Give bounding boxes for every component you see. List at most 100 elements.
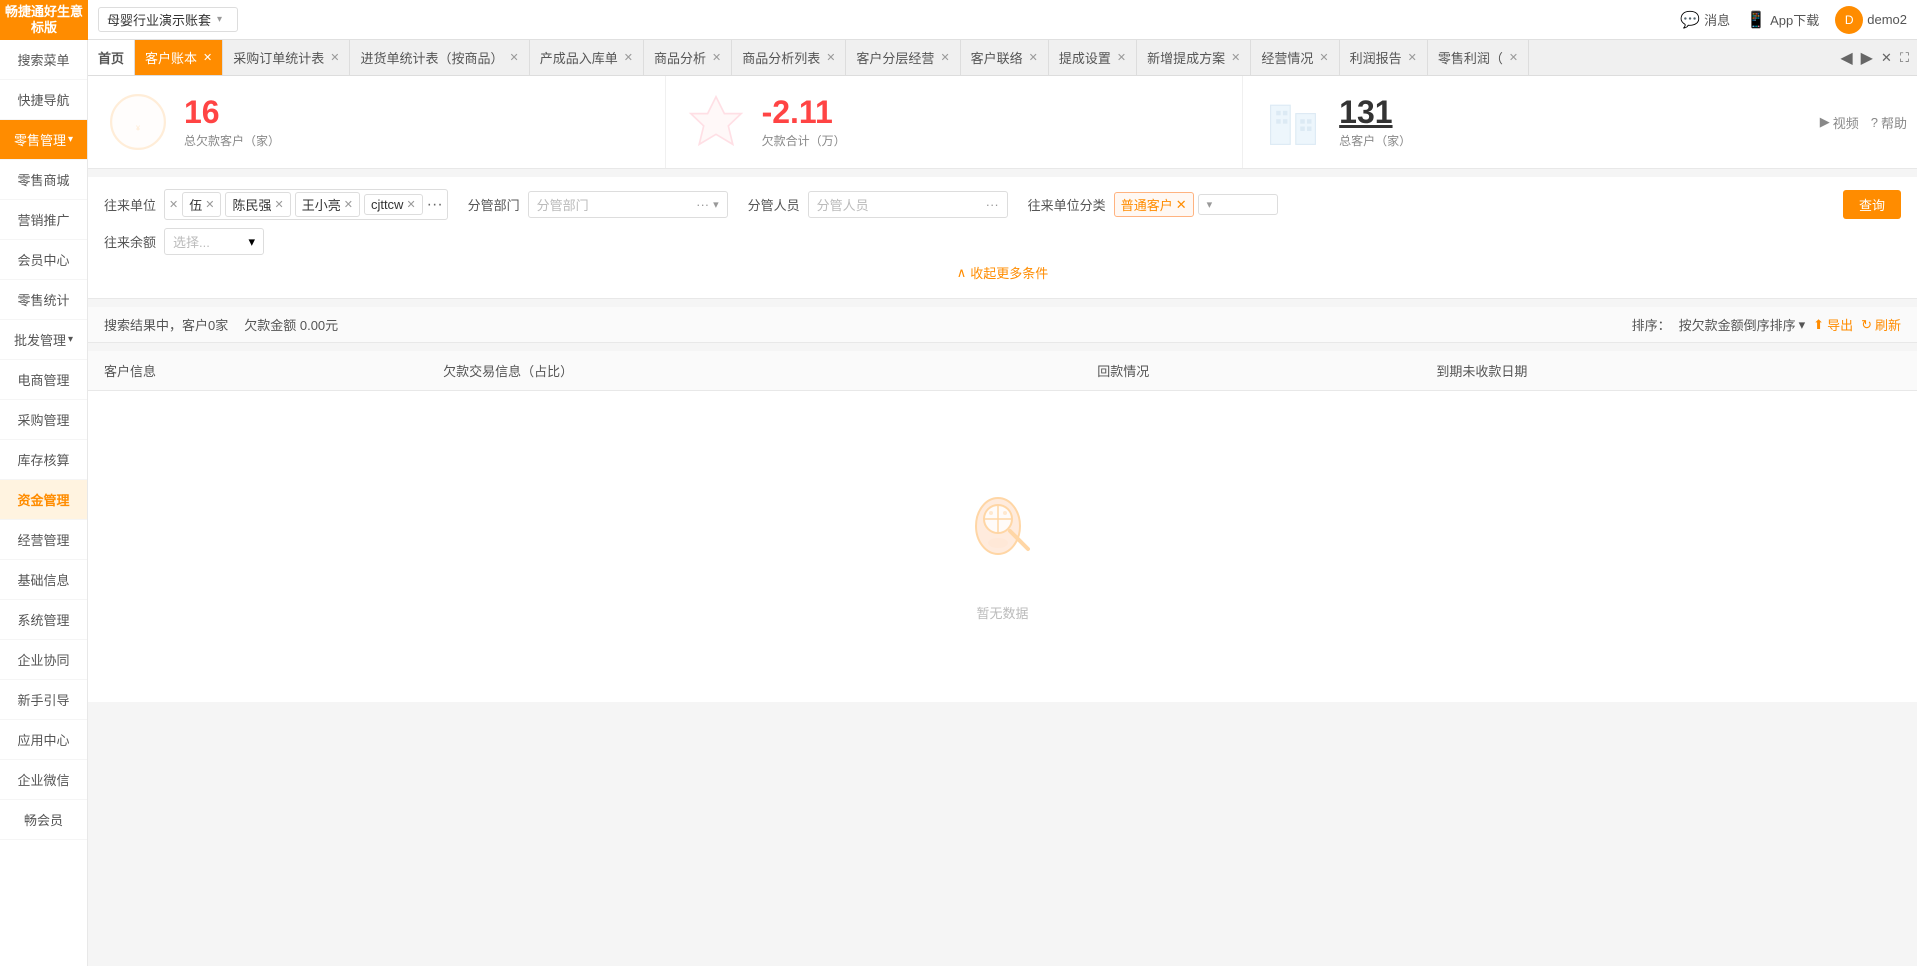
close-icon[interactable]: ✕ xyxy=(330,51,339,64)
close-icon[interactable]: ✕ xyxy=(1231,51,1240,64)
sidebar-item-wholesale[interactable]: 批发管理 ▾ xyxy=(0,320,87,360)
tab-nav-prev[interactable]: ◀ xyxy=(1838,46,1854,70)
close-icon[interactable]: ✕ xyxy=(826,51,835,64)
close-icon[interactable]: ✕ xyxy=(1029,51,1038,64)
tab-customer-segment[interactable]: 客户分层经营 ✕ xyxy=(846,40,960,76)
col-overdue-info: 欠款交易信息（占比） xyxy=(427,351,1081,391)
refresh-button[interactable]: ↻ 刷新 xyxy=(1861,315,1901,334)
tab-inbound-stat[interactable]: 进货单统计表（按商品） ✕ xyxy=(350,40,529,76)
diamond-star-icon xyxy=(686,92,746,152)
col-repayment: 回款情况 xyxy=(1081,351,1420,391)
sidebar-item-vip[interactable]: 畅会员 xyxy=(0,800,87,840)
remove-unit-cjttcw[interactable]: ✕ xyxy=(406,198,415,211)
data-table: 客户信息 欠款交易信息（占比） 回款情况 到期未收款日期 xyxy=(88,351,1917,391)
sidebar-item-quick[interactable]: 快捷导航 xyxy=(0,80,87,120)
sidebar-item-retail-mall[interactable]: 零售商城 xyxy=(0,160,87,200)
content-area: 首页 客户账本 ✕ 采购订单统计表 ✕ 进货单统计表（按商品） ✕ 产成品入库单… xyxy=(88,40,1917,966)
category-label: 往来单位分类 xyxy=(1028,195,1106,214)
remove-all-unit-icon[interactable]: ✕ xyxy=(169,198,178,211)
sidebar-item-system[interactable]: 系统管理 xyxy=(0,600,87,640)
sidebar-item-operation[interactable]: 经营管理 xyxy=(0,520,87,560)
tab-accounts[interactable]: 客户账本 ✕ xyxy=(135,40,223,76)
message-icon: 💬 xyxy=(1680,10,1700,30)
person-select[interactable]: 分管人员 ··· xyxy=(808,191,1008,218)
tab-goods-analysis[interactable]: 商品分析 ✕ xyxy=(644,40,732,76)
remove-unit-chen[interactable]: ✕ xyxy=(274,198,283,211)
help-link[interactable]: ? 帮助 xyxy=(1871,113,1907,132)
sidebar-item-enterprise[interactable]: 企业协同 xyxy=(0,640,87,680)
sidebar-item-member[interactable]: 会员中心 xyxy=(0,240,87,280)
tab-purchase-order[interactable]: 采购订单统计表 ✕ xyxy=(223,40,350,76)
close-icon[interactable]: ✕ xyxy=(1408,51,1417,64)
overdue-amount-label: 欠款合计（万） xyxy=(762,132,846,149)
user-profile[interactable]: D demo2 xyxy=(1835,6,1907,34)
top-bar: 畅捷通好生意 标版 母婴行业演示账套 ▾ 💬 消息 📱 App下载 D demo… xyxy=(0,0,1917,40)
sidebar-item-retail[interactable]: 零售管理 ▾ xyxy=(0,120,87,160)
sidebar-item-purchase[interactable]: 采购管理 xyxy=(0,400,87,440)
stats-row: ¥ 16 总欠款客户（家） -2 xyxy=(88,76,1917,169)
filter-area: 往来单位 ✕ 伍 ✕ 陈民强 ✕ 王小亮 ✕ xyxy=(88,177,1917,299)
video-link[interactable]: ▶ 视频 xyxy=(1820,113,1859,132)
export-button[interactable]: ⬆ 导出 xyxy=(1813,315,1853,334)
logo: 畅捷通好生意 标版 xyxy=(0,0,88,40)
category-select[interactable]: ▾ xyxy=(1198,194,1278,215)
more-units-btn[interactable]: ··· xyxy=(427,196,443,214)
close-icon[interactable]: ✕ xyxy=(510,51,519,64)
chevron-down-icon: ▾ xyxy=(68,134,73,145)
remove-unit-wu[interactable]: ✕ xyxy=(205,198,214,211)
department-select[interactable]: 分管部门 ··· ▾ xyxy=(528,191,728,218)
app-download-button[interactable]: 📱 App下载 xyxy=(1746,10,1819,30)
sidebar-item-inventory[interactable]: 库存核算 xyxy=(0,440,87,480)
sidebar-item-basic[interactable]: 基础信息 xyxy=(0,560,87,600)
close-icon[interactable]: ✕ xyxy=(1117,51,1126,64)
tab-new-commission[interactable]: 新增提成方案 ✕ xyxy=(1137,40,1251,76)
export-icon: ⬆ xyxy=(1813,317,1824,333)
sidebar-item-wechat[interactable]: 企业微信 xyxy=(0,760,87,800)
total-customers-value: 131 xyxy=(1339,96,1411,128)
remove-category[interactable]: ✕ xyxy=(1176,197,1187,213)
chevron-down-icon: ▾ xyxy=(713,198,719,211)
tab-close-all[interactable]: ✕ xyxy=(1879,48,1894,68)
remove-unit-wang[interactable]: ✕ xyxy=(344,198,353,211)
tab-operation-status[interactable]: 经营情况 ✕ xyxy=(1251,40,1339,76)
page-content: ¥ 16 总欠款客户（家） -2 xyxy=(88,76,1917,966)
stat-overdue-amount: -2.11 欠款合计（万） xyxy=(666,76,1244,168)
sort-select[interactable]: 按欠款金额倒序排序 ▾ xyxy=(1679,315,1806,334)
tab-customer-contact[interactable]: 客户联络 ✕ xyxy=(961,40,1049,76)
close-icon[interactable]: ✕ xyxy=(1509,51,1518,64)
yuan-circle-icon: ¥ xyxy=(108,92,168,152)
close-icon[interactable]: ✕ xyxy=(203,51,212,64)
sidebar-item-retail-stat[interactable]: 零售统计 xyxy=(0,280,87,320)
query-button[interactable]: 查询 xyxy=(1843,190,1901,219)
sidebar-item-search[interactable]: 搜索菜单 xyxy=(0,40,87,80)
filter-row-2: 往来余额 选择... ▾ xyxy=(104,228,1901,255)
tab-retail-profit[interactable]: 零售利润（ ✕ xyxy=(1428,40,1529,76)
refresh-icon: ↻ xyxy=(1861,317,1872,333)
sidebar-item-ecommerce[interactable]: 电商管理 xyxy=(0,360,87,400)
tab-production[interactable]: 产成品入库单 ✕ xyxy=(530,40,644,76)
sidebar-item-appstore[interactable]: 应用中心 xyxy=(0,720,87,760)
sidebar-item-marketing[interactable]: 营销推广 xyxy=(0,200,87,240)
tab-nav-next[interactable]: ▶ xyxy=(1859,46,1875,70)
tab-profit-report[interactable]: 利润报告 ✕ xyxy=(1340,40,1428,76)
store-selector[interactable]: 母婴行业演示账套 ▾ xyxy=(98,7,238,32)
close-icon[interactable]: ✕ xyxy=(1319,51,1328,64)
tab-home[interactable]: 首页 xyxy=(88,40,135,76)
close-icon[interactable]: ✕ xyxy=(624,51,633,64)
chevron-down-icon: ▾ xyxy=(217,14,222,25)
close-icon[interactable]: ✕ xyxy=(940,51,949,64)
close-icon[interactable]: ✕ xyxy=(712,51,721,64)
sidebar-item-guide[interactable]: 新手引导 xyxy=(0,680,87,720)
col-due-date: 到期未收款日期 xyxy=(1420,351,1917,391)
collapse-btn[interactable]: ∧ 收起更多条件 xyxy=(957,263,1049,282)
messages-button[interactable]: 💬 消息 xyxy=(1680,10,1730,30)
tab-commission[interactable]: 提成设置 ✕ xyxy=(1049,40,1137,76)
balance-dropdown[interactable]: 选择... ▾ xyxy=(164,228,264,255)
tab-fullscreen[interactable]: ⛶ xyxy=(1898,48,1911,68)
tab-goods-analysis-list[interactable]: 商品分析列表 ✕ xyxy=(732,40,846,76)
sort-area: 排序： 按欠款金额倒序排序 ▾ ⬆ 导出 ↻ 刷新 xyxy=(1632,315,1901,334)
download-icon: 📱 xyxy=(1746,10,1766,30)
sidebar-item-finance[interactable]: 资金管理 xyxy=(0,480,87,520)
building-icon xyxy=(1263,92,1323,152)
logo-text: 畅捷通好生意 标版 xyxy=(5,4,83,35)
